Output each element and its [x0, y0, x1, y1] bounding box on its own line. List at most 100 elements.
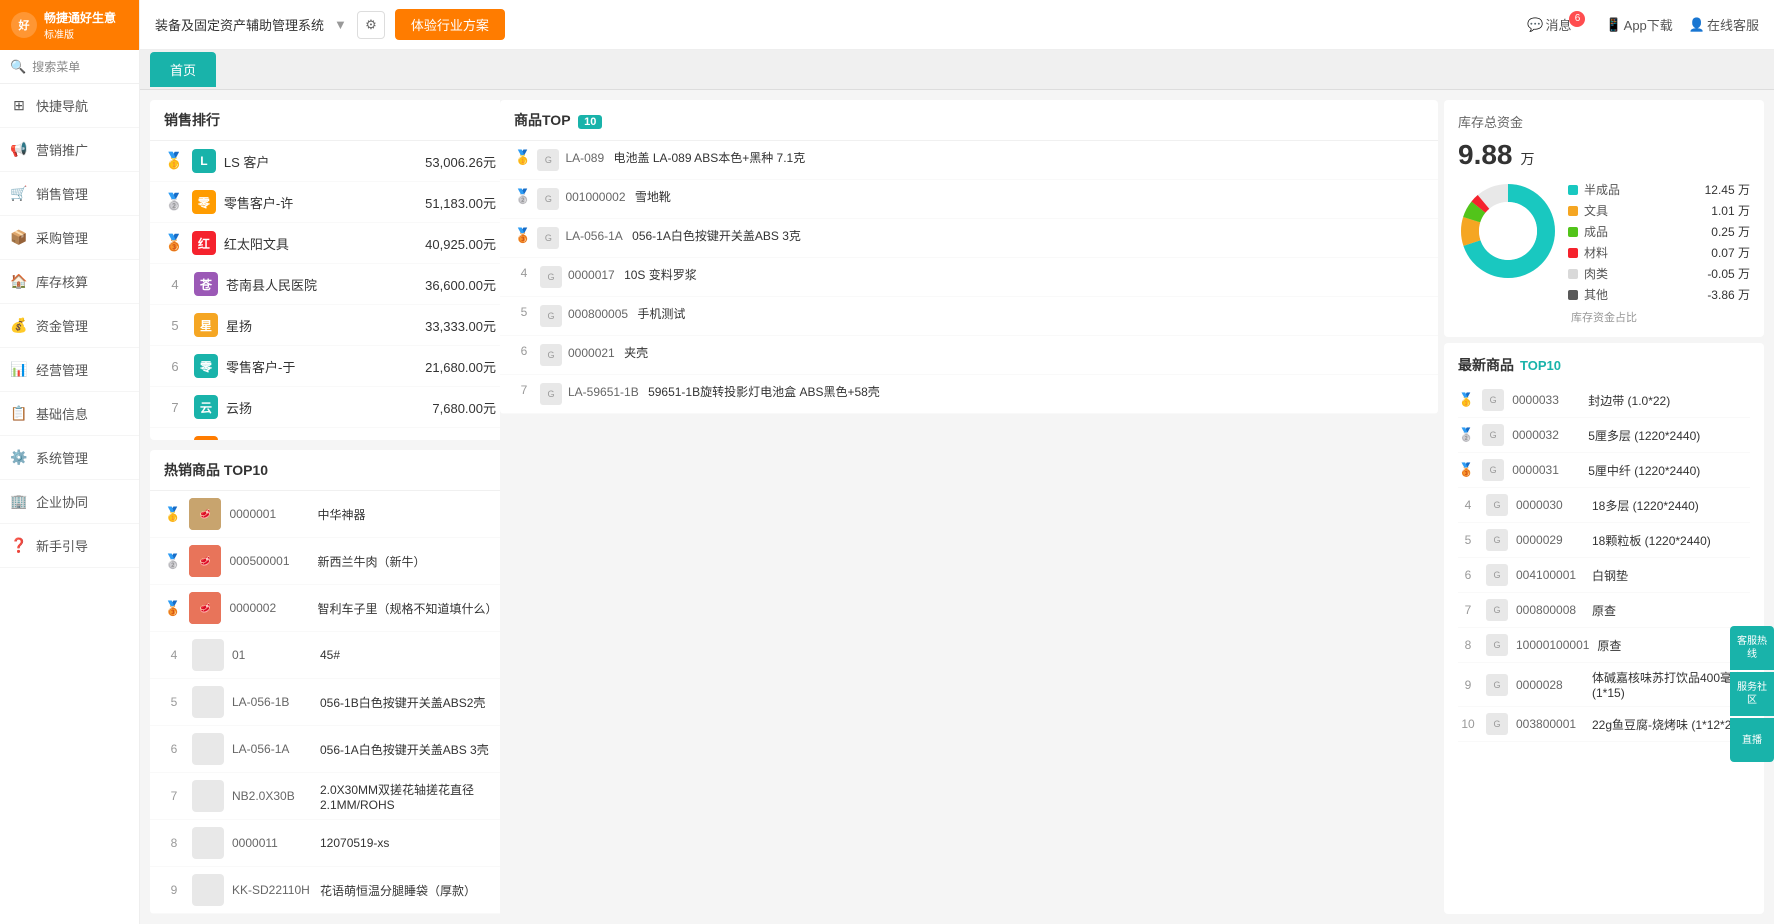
- message-label: 消息: [1545, 15, 1571, 34]
- online-service-area[interactable]: 👤 在线客服: [1689, 15, 1759, 34]
- hot-name: 2.0X30MM双搓花轴搓花直径2.1MM/ROHS: [320, 781, 496, 812]
- search-icon: 🔍: [10, 59, 26, 75]
- hot-products-list: 🥇 🥩 0000001 中华神器 🥈 🥩 000500001 新西兰牛肉（新牛）…: [150, 491, 500, 914]
- sidebar-item-system[interactable]: ⚙️ 系统管理: [0, 436, 139, 480]
- hot-img: [192, 827, 224, 859]
- sidebar-item-enterprise[interactable]: 🏢 企业协同: [0, 480, 139, 524]
- sidebar-item-label: 库存核算: [36, 272, 88, 291]
- legend-dot: [1568, 227, 1578, 237]
- hot-rank-medal-1: 🥇: [164, 506, 181, 523]
- experience-btn[interactable]: 体验行业方案: [395, 9, 505, 40]
- new-product-item: 10 G 003800001 22g鱼豆腐-烧烤味 (1*12*20): [1458, 707, 1750, 742]
- home-icon: ⊞: [10, 97, 28, 115]
- rank-badge: 苍: [194, 272, 218, 296]
- prod-code: LA-056-1A: [565, 229, 622, 243]
- product-ranking-title: 商品TOP 10: [500, 100, 1438, 141]
- new-prod-icon: G: [1486, 713, 1508, 735]
- sales-rank-list: 🥇 L LS 客户 53,006.26元 🥈 零 零售客户-许 51,183.0…: [150, 141, 500, 440]
- sidebar-item-quick-nav[interactable]: ⊞ 快捷导航: [0, 84, 139, 128]
- prod-info: 000800005 手机测试: [568, 305, 1424, 322]
- new-prod-code: 0000030: [1516, 498, 1584, 512]
- operations-icon: 📊: [10, 361, 28, 379]
- legend-item: 半成品 12.45 万: [1568, 181, 1750, 198]
- hot-img: [192, 639, 224, 671]
- hot-img: [192, 733, 224, 765]
- settings-gear-button[interactable]: ⚙: [357, 11, 385, 39]
- product-ranking-panel: 商品TOP 10 🥇 G LA-089 电池盖 LA-089 ABS本色+黑种 …: [500, 100, 1438, 414]
- sidebar-item-inventory[interactable]: 🏠 库存核算: [0, 260, 139, 304]
- new-prod-name: 白钢垫: [1592, 567, 1750, 584]
- hot-rank-num: 4: [164, 648, 184, 662]
- rank-amount: 21,680.00元: [425, 357, 496, 376]
- hot-name: 056-1B白色按键开关盖ABS2壳: [320, 694, 496, 711]
- rank-name: 苍南县人民医院: [226, 275, 417, 294]
- new-products-title: 最新商品: [1458, 355, 1514, 375]
- hot-code: 0000011: [232, 836, 312, 850]
- legend-item: 其他 -3.86 万: [1568, 286, 1750, 303]
- legend-value: -3.86 万: [1707, 286, 1750, 303]
- hot-item: 5 LA-056-1B 056-1B白色按键开关盖ABS2壳: [150, 679, 500, 726]
- sidebar-search[interactable]: 🔍 搜索菜单: [0, 50, 139, 84]
- hot-rank-medal-3: 🥉: [164, 600, 181, 617]
- content-area: 销售排行 🥇 L LS 客户 53,006.26元 🥈 零 零售客户-许 51,…: [140, 90, 1774, 924]
- donut-chart: [1458, 181, 1558, 281]
- new-prod-name: 18多层 (1220*2440): [1592, 497, 1750, 514]
- new-product-item: 🥇 G 0000033 封边带 (1.0*22): [1458, 383, 1750, 418]
- rank-badge: 云: [194, 395, 218, 419]
- legend-dot: [1568, 185, 1578, 195]
- tab-home[interactable]: 首页: [150, 52, 216, 87]
- legend-item: 文具 1.01 万: [1568, 202, 1750, 219]
- sidebar-item-guide[interactable]: ❓ 新手引导: [0, 524, 139, 568]
- logo-main-text: 畅捷通好生意: [44, 9, 116, 26]
- new-product-item: 9 G 0000028 体碱嘉核味苏打饮品400毫升 (1*15): [1458, 663, 1750, 707]
- system-title: 装备及固定资产辅助管理系统: [155, 15, 324, 34]
- rank-badge: 零: [194, 354, 218, 378]
- new-prod-name: 体碱嘉核味苏打饮品400毫升 (1*15): [1592, 669, 1750, 700]
- new-product-item: 6 G 004100001 白钢垫: [1458, 558, 1750, 593]
- new-medal-2: 🥈: [1458, 427, 1474, 443]
- legend-item: 材料 0.07 万: [1568, 244, 1750, 261]
- sidebar-logo: 好 畅捷通好生意 标准版: [0, 0, 139, 50]
- sidebar-item-sales[interactable]: 🛒 销售管理: [0, 172, 139, 216]
- inventory-title: 库存总资金: [1458, 112, 1750, 131]
- prod-rank-item: 6 G 0000021 夹壳: [500, 336, 1438, 375]
- new-products-header: 最新商品 TOP10: [1458, 355, 1750, 375]
- hot-code: 0000001: [229, 507, 309, 521]
- hot-code: 0000002: [229, 601, 309, 615]
- new-prod-name: 5厘多层 (1220*2440): [1588, 427, 1750, 444]
- new-products-panel: 最新商品 TOP10 🥇 G 0000033 封边带 (1.0*22) 🥈 G …: [1444, 343, 1764, 914]
- float-service-btn2[interactable]: 服务社区: [1730, 672, 1774, 716]
- new-product-item: 7 G 000800008 原查: [1458, 593, 1750, 628]
- float-service-btn3[interactable]: 直播: [1730, 718, 1774, 762]
- sales-rank-item: 6 零 零售客户-于 21,680.00元: [150, 346, 500, 387]
- message-area[interactable]: 💬 消息 6: [1527, 15, 1589, 34]
- prod-icon: G: [540, 305, 562, 327]
- rank-amount: 40,925.00元: [425, 234, 496, 253]
- hot-name: 12070519-xs: [320, 836, 496, 850]
- new-prod-code: 003800001: [1516, 717, 1584, 731]
- prod-rank-item: 4 G 0000017 10S 变料罗浆: [500, 258, 1438, 297]
- hot-img: 🥩: [189, 545, 221, 577]
- sidebar-item-marketing[interactable]: 📢 营销推广: [0, 128, 139, 172]
- new-prod-name: 22g鱼豆腐-烧烤味 (1*12*20): [1592, 716, 1750, 733]
- new-prod-icon: G: [1486, 494, 1508, 516]
- float-service: 客服热线 服务社区 直播: [1730, 626, 1774, 762]
- sidebar-item-basics[interactable]: 📋 基础信息: [0, 392, 139, 436]
- new-prod-name: 原查: [1592, 602, 1750, 619]
- new-rank-num: 9: [1458, 678, 1478, 692]
- rank-amount: 36,600.00元: [425, 275, 496, 294]
- new-prod-icon: G: [1482, 459, 1504, 481]
- new-prod-code: 0000029: [1516, 533, 1584, 547]
- sidebar-item-finance[interactable]: 💰 资金管理: [0, 304, 139, 348]
- rank-name: 云扬: [226, 398, 424, 417]
- app-download-area[interactable]: 📱 App下载: [1605, 15, 1672, 34]
- hot-rank-num: 9: [164, 883, 184, 897]
- rank-num: 7: [514, 383, 534, 397]
- sidebar-item-operations[interactable]: 📊 经营管理: [0, 348, 139, 392]
- new-prod-icon: G: [1482, 424, 1504, 446]
- sidebar-item-purchase[interactable]: 📦 采购管理: [0, 216, 139, 260]
- legend: 半成品 12.45 万 文具 1.01 万 成品 0.25 万 材料 0.07 …: [1568, 181, 1750, 303]
- float-service-btn1[interactable]: 客服热线: [1730, 626, 1774, 670]
- hot-products-title: 热销商品 TOP10: [150, 450, 500, 491]
- sidebar-item-label: 经营管理: [36, 360, 88, 379]
